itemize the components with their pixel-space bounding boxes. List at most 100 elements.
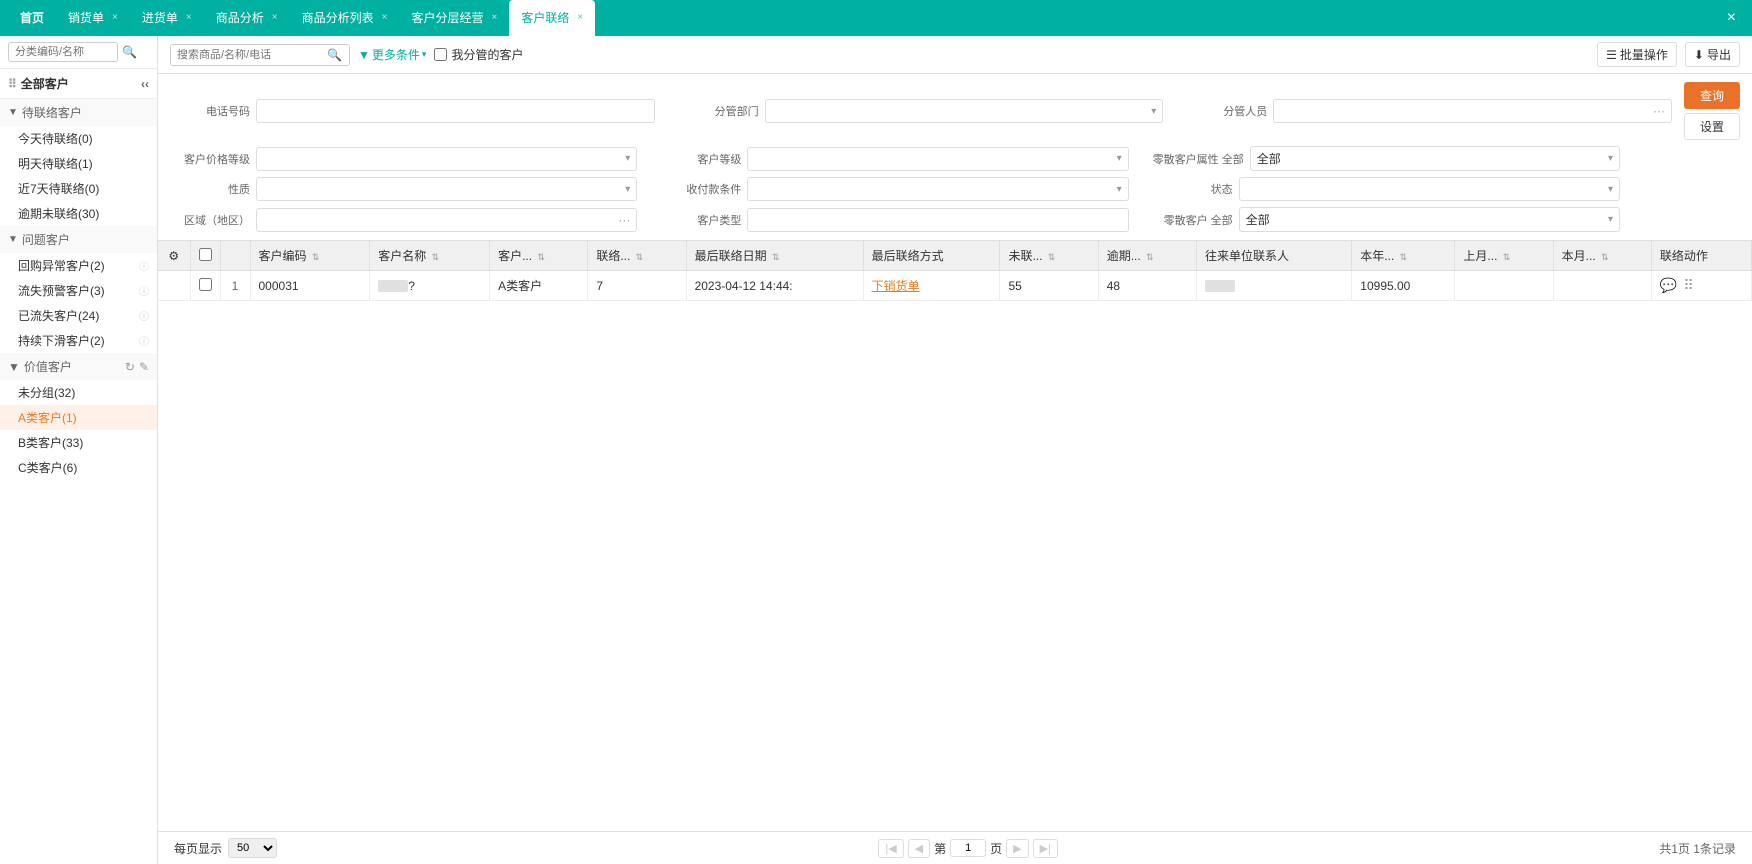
filter-actions: 查询 设置 xyxy=(1684,82,1740,140)
chat-icon[interactable]: 💬 xyxy=(1660,277,1677,294)
sidebar-item-b-class[interactable]: B类客户(33) xyxy=(0,430,157,455)
col-this-month[interactable]: 本月... ⇅ xyxy=(1553,241,1651,271)
my-customers-checkbox[interactable] xyxy=(434,48,447,61)
sidebar-item-ungrouped[interactable]: 未分组(32) xyxy=(0,380,157,405)
sidebar-search-input[interactable] xyxy=(8,42,118,62)
close-tab-sales-icon[interactable]: × xyxy=(112,0,118,36)
col-overdue[interactable]: 逾期... ⇅ xyxy=(1098,241,1196,271)
sidebar-item-today[interactable]: 今天待联络(0) xyxy=(0,126,157,151)
row-last-date: 2023-04-12 14:44: xyxy=(686,271,863,301)
input-retail-attr[interactable]: 全部 ▾ xyxy=(1250,146,1620,171)
sidebar-section-pending[interactable]: ▼ 待联络客户 xyxy=(0,99,157,126)
col-type[interactable]: 客户... ⇅ xyxy=(490,241,588,271)
person-dots-icon[interactable]: ··· xyxy=(1653,104,1665,118)
col-last-date[interactable]: 最后联络日期 ⇅ xyxy=(686,241,863,271)
nav-tab-customer-contact[interactable]: 客户联络 × xyxy=(509,0,595,36)
my-customers-checkbox-area[interactable]: 我分管的客户 xyxy=(434,46,523,63)
export-btn[interactable]: ⬇ 导出 xyxy=(1685,42,1740,67)
input-retail-customer[interactable]: 全部 ▾ xyxy=(1239,207,1620,232)
sidebar-search-icon[interactable]: 🔍 xyxy=(122,45,137,59)
sidebar-item-tomorrow[interactable]: 明天待联络(1) xyxy=(0,151,157,176)
setting-button[interactable]: 设置 xyxy=(1684,113,1740,140)
close-all-btn[interactable]: × xyxy=(1719,9,1744,27)
label-customer-level: 客户等级 xyxy=(661,151,741,167)
sidebar-item-overdue[interactable]: 逾期未联络(30) xyxy=(0,201,157,226)
refresh-value-icon[interactable]: ↻ xyxy=(125,360,135,374)
row-checkbox[interactable] xyxy=(199,278,212,291)
input-price-level[interactable]: ▾ xyxy=(256,147,637,171)
input-dept[interactable]: ▾ xyxy=(765,99,1164,123)
batch-op-btn[interactable]: ☰ 批量操作 xyxy=(1597,42,1677,67)
input-payment[interactable]: ▾ xyxy=(747,177,1128,201)
input-customer-level[interactable]: ▾ xyxy=(747,147,1128,171)
more-action-icon[interactable]: ⠿ xyxy=(1683,277,1693,294)
prev-page-btn[interactable]: ◀ xyxy=(908,839,930,858)
col-this-year[interactable]: 本年... ⇅ xyxy=(1352,241,1455,271)
filter-field-phone: 电话号码 xyxy=(170,99,655,123)
col-code[interactable]: 客户编码 ⇅ xyxy=(250,241,370,271)
row-last-month xyxy=(1455,271,1553,301)
filter-field-status: 状态 ▾ xyxy=(1153,177,1620,201)
select-all-checkbox[interactable] xyxy=(199,248,212,261)
sidebar-section-value[interactable]: ▼ 价值客户 ↻ ✎ xyxy=(0,353,157,380)
next-page-btn[interactable]: ▶ xyxy=(1006,839,1028,858)
input-customer-type[interactable] xyxy=(747,208,1128,232)
col-name[interactable]: 客户名称 ⇅ xyxy=(370,241,490,271)
footer-pagination: |◀ ◀ 第 页 ▶ ▶| xyxy=(878,839,1058,858)
per-page-label: 每页显示 xyxy=(174,840,222,857)
nav-tab-customer-segment[interactable]: 客户分层经营 × xyxy=(399,0,509,36)
sidebar-item-7days[interactable]: 近7天待联络(0) xyxy=(0,176,157,201)
first-page-btn[interactable]: |◀ xyxy=(878,839,903,858)
row-no-contact: 55 xyxy=(1000,271,1098,301)
search-input[interactable] xyxy=(177,49,327,61)
per-page-select[interactable]: 50 100 200 xyxy=(228,838,277,858)
sidebar-item-churned[interactable]: 已流失客户(24) ⓘ xyxy=(0,303,157,328)
input-phone[interactable] xyxy=(256,99,655,123)
sidebar-section-problem[interactable]: ▼ 问题客户 xyxy=(0,226,157,253)
close-tab-segment-icon[interactable]: × xyxy=(491,0,497,36)
col-no-contact[interactable]: 未联... ⇅ xyxy=(1000,241,1098,271)
nav-tab-sales[interactable]: 销货单 × xyxy=(56,0,130,36)
close-tab-goods-analysis-icon[interactable]: × xyxy=(272,0,278,36)
search-icon[interactable]: 🔍 xyxy=(327,48,342,62)
sidebar-collapse-icon[interactable]: ‹‹ xyxy=(141,77,149,91)
close-tab-contact-icon[interactable]: × xyxy=(577,0,583,36)
table-header-row: ⚙ 客户编码 ⇅ 客户名称 ⇅ 客户... ⇅ 联络... ⇅ 最后联络日期 ⇅… xyxy=(158,241,1752,271)
sidebar-item-declining[interactable]: 持续下滑客户(2) ⓘ xyxy=(0,328,157,353)
sort-last-month-icon: ⇅ xyxy=(1503,252,1511,263)
region-dots-icon[interactable]: ··· xyxy=(618,213,630,227)
query-button[interactable]: 查询 xyxy=(1684,82,1740,109)
sidebar-item-churn-warning[interactable]: 流失预警客户(3) ⓘ xyxy=(0,278,157,303)
col-last-month[interactable]: 上月... ⇅ xyxy=(1455,241,1553,271)
col-contact[interactable]: 联络... ⇅ xyxy=(588,241,686,271)
col-settings[interactable]: ⚙ xyxy=(158,241,190,271)
col-last-method[interactable]: 最后联络方式 xyxy=(863,241,1000,271)
more-filters-btn[interactable]: ▼ 更多条件 ▾ xyxy=(358,46,426,63)
col-action: 联络动作 xyxy=(1651,241,1751,271)
sidebar-item-a-class[interactable]: A类客户(1) xyxy=(0,405,157,430)
row-last-method[interactable]: 下销货单 xyxy=(863,271,1000,301)
label-person: 分管人员 xyxy=(1187,103,1267,119)
input-nature[interactable]: ▾ xyxy=(256,177,637,201)
label-price-level: 客户价格等级 xyxy=(170,151,250,167)
sidebar-item-repurchase-abnormal[interactable]: 回购异常客户(2) ⓘ xyxy=(0,253,157,278)
nav-tab-purchase[interactable]: 进货单 × xyxy=(130,0,204,36)
input-region[interactable]: ··· xyxy=(256,208,637,232)
sidebar-item-c-class[interactable]: C类客户(6) xyxy=(0,455,157,480)
row-unit-contact xyxy=(1196,271,1351,301)
last-page-btn[interactable]: ▶| xyxy=(1033,839,1058,858)
nav-home[interactable]: 首页 xyxy=(8,0,56,36)
input-status[interactable]: ▾ xyxy=(1239,177,1620,201)
col-num xyxy=(220,241,250,271)
col-unit-contact[interactable]: 往来单位联系人 xyxy=(1196,241,1351,271)
close-tab-purchase-icon[interactable]: × xyxy=(186,0,192,36)
search-box[interactable]: 🔍 xyxy=(170,44,350,66)
input-person[interactable]: ··· xyxy=(1273,99,1672,123)
close-tab-goods-list-icon[interactable]: × xyxy=(382,0,388,36)
nav-tab-goods-analysis[interactable]: 商品分析 × xyxy=(204,0,290,36)
footer-total: 共1页 1条记录 xyxy=(1659,840,1736,857)
nav-tab-goods-analysis-list[interactable]: 商品分析列表 × xyxy=(290,0,400,36)
row-action-buttons: 💬 ⠿ xyxy=(1660,277,1743,294)
edit-value-icon[interactable]: ✎ xyxy=(139,360,149,374)
page-input[interactable] xyxy=(950,839,986,857)
